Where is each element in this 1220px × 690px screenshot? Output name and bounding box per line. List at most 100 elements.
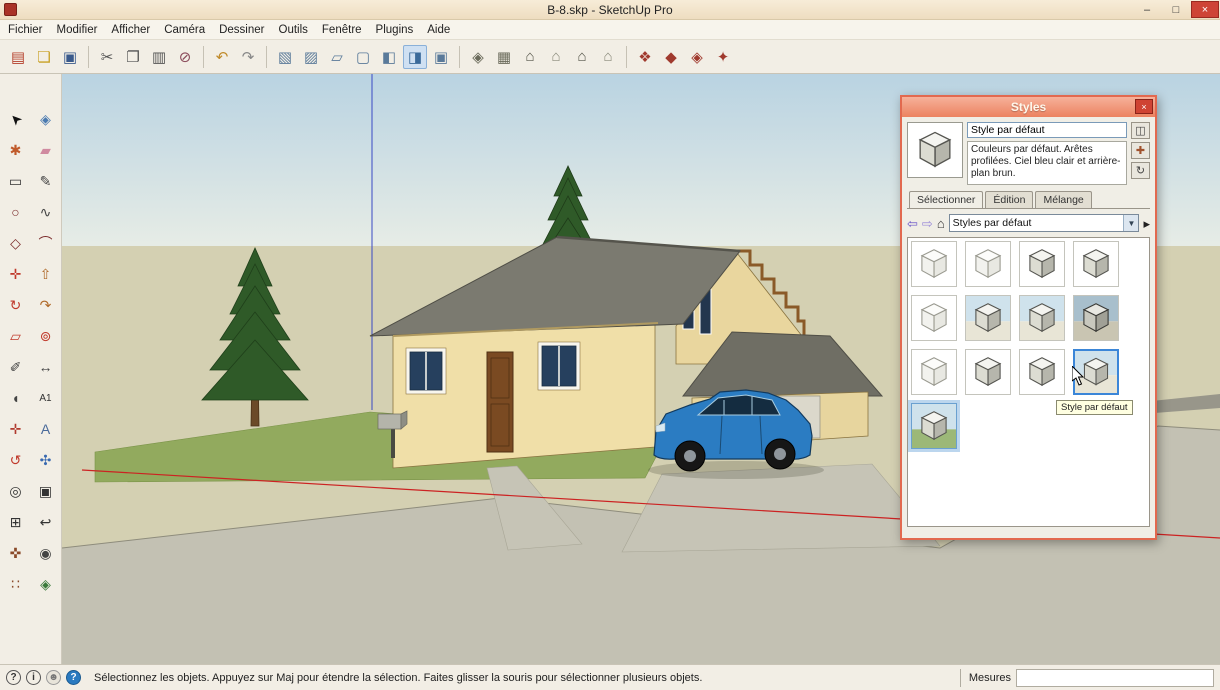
- menu-dessiner[interactable]: Dessiner: [219, 24, 264, 36]
- wireframe-button[interactable]: ▱: [325, 45, 349, 69]
- style-thumb-8[interactable]: [1073, 295, 1119, 341]
- left-view-button[interactable]: ⌂: [596, 45, 620, 69]
- style-name-input[interactable]: [967, 122, 1127, 138]
- tab-selectionner[interactable]: Sélectionner: [909, 191, 983, 208]
- back-view-button[interactable]: ⌂: [570, 45, 594, 69]
- select-tool[interactable]: ➤: [5, 108, 27, 130]
- move-tool[interactable]: ✛: [5, 263, 27, 285]
- tab-melange[interactable]: Mélange: [1035, 191, 1091, 208]
- section-plane-tool[interactable]: ◈: [35, 573, 57, 595]
- monochrome-button[interactable]: ▣: [429, 45, 453, 69]
- push-pull-tool[interactable]: ⇧: [35, 263, 57, 285]
- save-button[interactable]: ▣: [58, 45, 82, 69]
- styles-close-button[interactable]: ×: [1135, 99, 1153, 114]
- show-secondary-pane-button[interactable]: ◫: [1131, 122, 1150, 139]
- line-tool[interactable]: ✎: [35, 170, 57, 192]
- iso-view-button[interactable]: ◈: [466, 45, 490, 69]
- menu-fichier[interactable]: Fichier: [8, 24, 43, 36]
- menu-afficher[interactable]: Afficher: [111, 24, 150, 36]
- style-thumb-7[interactable]: [1019, 295, 1065, 341]
- rectangle-tool[interactable]: ▭: [5, 170, 27, 192]
- back-edges-button[interactable]: ▨: [299, 45, 323, 69]
- details-arrow-icon[interactable]: ▸: [1143, 217, 1150, 230]
- chevron-down-icon[interactable]: ▼: [1123, 215, 1138, 231]
- new-button[interactable]: ▤: [6, 45, 30, 69]
- style-description[interactable]: Couleurs par défaut. Arêtes profilées. C…: [967, 141, 1127, 185]
- walk-tool[interactable]: ∷: [5, 573, 27, 595]
- geolocation-icon[interactable]: ?: [6, 670, 21, 685]
- zoom-previous-tool[interactable]: ↩: [35, 511, 57, 533]
- component-attributes-button[interactable]: ◈: [685, 45, 709, 69]
- freehand-tool[interactable]: ∿: [35, 201, 57, 223]
- shaded-textures-button[interactable]: ◨: [403, 45, 427, 69]
- redo-button[interactable]: ↷: [236, 45, 260, 69]
- cut-button[interactable]: ✂: [95, 45, 119, 69]
- styles-collection-dropdown[interactable]: Styles par défaut ▼: [949, 214, 1140, 232]
- menu-outils[interactable]: Outils: [279, 24, 308, 36]
- account-icon[interactable]: ☻: [46, 670, 61, 685]
- rotate-tool[interactable]: ↻: [5, 294, 27, 316]
- make-component-button[interactable]: ❖: [633, 45, 657, 69]
- erase-button[interactable]: ⊘: [173, 45, 197, 69]
- front-view-button[interactable]: ⌂: [518, 45, 542, 69]
- right-view-button[interactable]: ⌂: [544, 45, 568, 69]
- xray-button[interactable]: ▧: [273, 45, 297, 69]
- styles-panel-header[interactable]: Styles ×: [902, 97, 1155, 117]
- hidden-line-button[interactable]: ▢: [351, 45, 375, 69]
- open-button[interactable]: ❏: [32, 45, 56, 69]
- in-model-icon[interactable]: ⌂: [937, 217, 945, 230]
- measures-input[interactable]: [1016, 669, 1214, 687]
- credits-icon[interactable]: i: [26, 670, 41, 685]
- menu-aide[interactable]: Aide: [427, 24, 450, 36]
- shaded-button[interactable]: ◧: [377, 45, 401, 69]
- style-thumb-6[interactable]: [965, 295, 1011, 341]
- copy-button[interactable]: ❐: [121, 45, 145, 69]
- top-view-button[interactable]: ▦: [492, 45, 516, 69]
- tab-edition[interactable]: Édition: [985, 191, 1033, 208]
- polygon-tool[interactable]: ◇: [5, 232, 27, 254]
- create-style-button[interactable]: ✚: [1131, 142, 1150, 159]
- make-component-tool[interactable]: ◈: [35, 108, 57, 130]
- style-thumb-10[interactable]: [965, 349, 1011, 395]
- style-thumb-5[interactable]: [911, 295, 957, 341]
- menu-modifier[interactable]: Modifier: [57, 24, 98, 36]
- look-around-tool[interactable]: ◉: [35, 542, 57, 564]
- update-style-button[interactable]: ↻: [1131, 162, 1150, 179]
- interact-button[interactable]: ✦: [711, 45, 735, 69]
- forward-icon[interactable]: ⇨: [922, 217, 933, 230]
- follow-me-tool[interactable]: ↷: [35, 294, 57, 316]
- close-button[interactable]: ×: [1191, 1, 1219, 18]
- undo-button[interactable]: ↶: [210, 45, 234, 69]
- style-thumb-11[interactable]: [1019, 349, 1065, 395]
- menu-camera[interactable]: Caméra: [164, 24, 205, 36]
- protractor-tool[interactable]: ◖: [5, 387, 27, 409]
- axes-tool[interactable]: ✛: [5, 418, 27, 440]
- style-thumb-3[interactable]: [1019, 241, 1065, 287]
- style-thumb-2[interactable]: [965, 241, 1011, 287]
- component-options-button[interactable]: ◆: [659, 45, 683, 69]
- style-thumb-1[interactable]: [911, 241, 957, 287]
- position-camera-tool[interactable]: ✜: [5, 542, 27, 564]
- tape-measure-tool[interactable]: ✐: [5, 356, 27, 378]
- pan-tool[interactable]: ✣: [35, 449, 57, 471]
- menu-plugins[interactable]: Plugins: [376, 24, 414, 36]
- dimension-tool[interactable]: ↔: [35, 356, 57, 378]
- back-icon[interactable]: ⇦: [907, 217, 918, 230]
- arc-tool[interactable]: ⌒: [35, 232, 57, 254]
- text-3d-tool[interactable]: A: [35, 418, 57, 440]
- style-thumb-13[interactable]: [911, 403, 957, 449]
- scale-tool[interactable]: ▱: [5, 325, 27, 347]
- zoom-tool[interactable]: ◎: [5, 480, 27, 502]
- text-tool[interactable]: A1: [35, 387, 57, 409]
- circle-tool[interactable]: ○: [5, 201, 27, 223]
- minimize-button[interactable]: –: [1133, 1, 1161, 18]
- zoom-extents-tool[interactable]: ⊞: [5, 511, 27, 533]
- orbit-tool[interactable]: ↺: [5, 449, 27, 471]
- offset-tool[interactable]: ⊚: [35, 325, 57, 347]
- maximize-button[interactable]: □: [1162, 1, 1190, 18]
- style-thumb-9[interactable]: [911, 349, 957, 395]
- title-bar[interactable]: B-8.skp - SketchUp Pro – □ ×: [0, 0, 1220, 20]
- paste-button[interactable]: ▥: [147, 45, 171, 69]
- eraser-tool[interactable]: ▰: [35, 139, 57, 161]
- style-thumb-4[interactable]: [1073, 241, 1119, 287]
